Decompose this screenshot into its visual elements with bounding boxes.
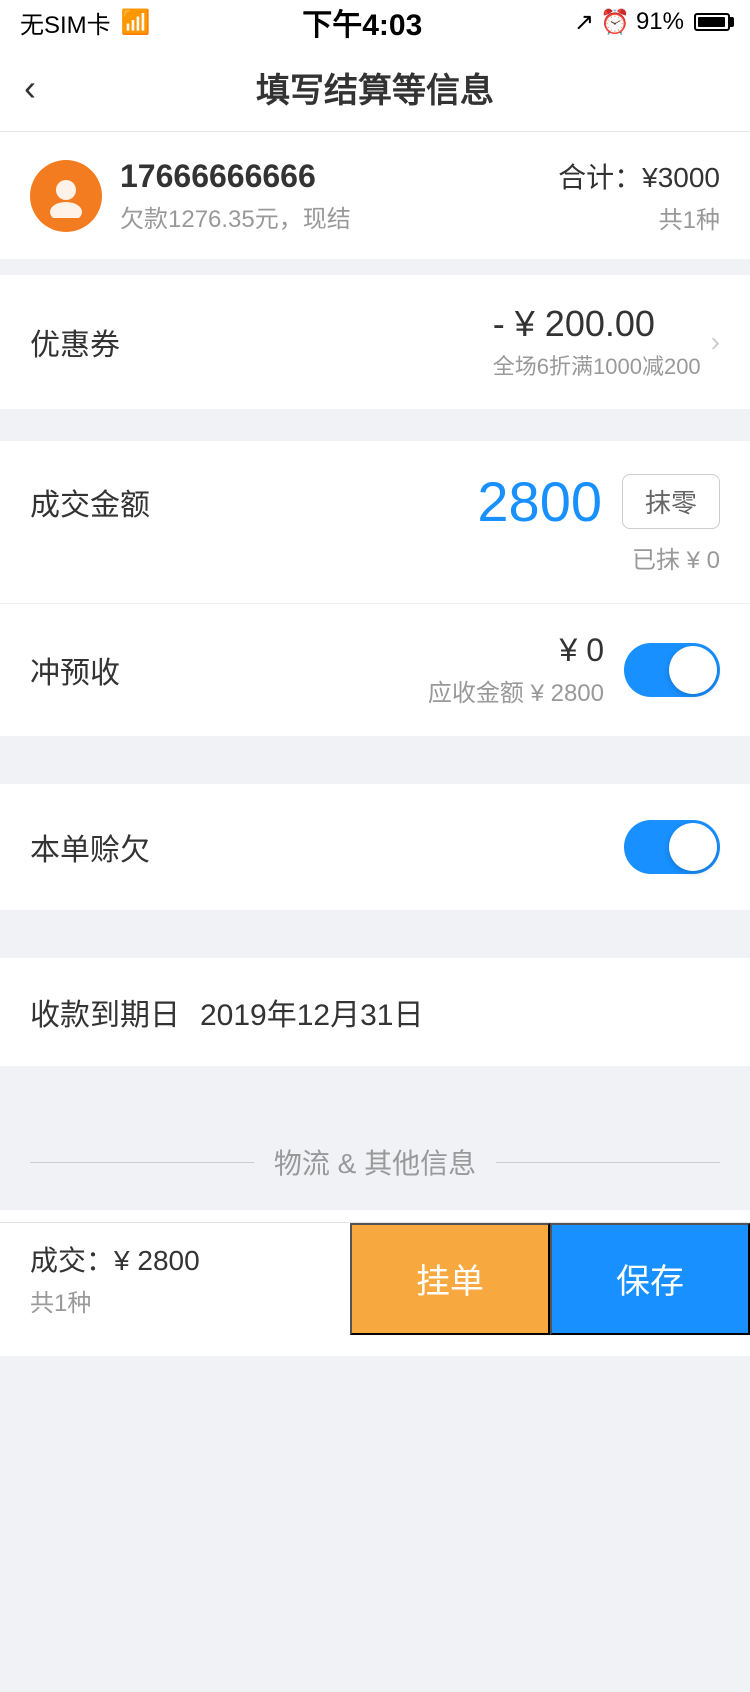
status-left: 无SIM卡 📶 — [20, 5, 151, 40]
duedate-label: 收款到期日 — [30, 990, 180, 1034]
nav-bar: ‹ 填写结算等信息 — [0, 44, 750, 132]
status-bar: 无SIM卡 📶 下午4:03 ↗ ⏰ 91% — [0, 0, 750, 44]
total-count: 共1种 — [558, 200, 720, 235]
logistics-line-right — [496, 1162, 720, 1163]
amount-section: 成交金额 2800 抹零 已抹 ¥ 0 — [0, 441, 750, 603]
avatar-icon — [44, 174, 88, 218]
logistics-line-left — [30, 1162, 254, 1163]
bottom-spacer — [0, 1372, 750, 1572]
advance-row: 冲预收 ¥ 0 应收金额 ¥ 2800 — [0, 604, 750, 736]
amount-value: 2800 — [477, 469, 602, 534]
section-divider-1 — [0, 425, 750, 441]
pending-button[interactable]: 挂单 — [350, 1223, 550, 1335]
advance-toggle[interactable] — [624, 643, 720, 697]
bottom-deal: 成交：¥ 2800 — [30, 1239, 320, 1279]
customer-left: 17666666666 欠款1276.35元，现结 — [30, 158, 351, 234]
chevron-right-icon: › — [711, 326, 720, 358]
bottom-deal-amount: ¥ 2800 — [114, 1245, 200, 1276]
alarm-icon: ⏰ — [600, 8, 630, 37]
total-amount: 合计：¥3000 — [558, 156, 720, 196]
coupon-label: 优惠券 — [30, 320, 120, 364]
section-divider-3 — [0, 926, 750, 942]
customer-phone: 17666666666 — [120, 158, 351, 195]
section-divider-2 — [0, 752, 750, 768]
location-icon: ↗ — [574, 8, 594, 37]
toggle-knob — [669, 646, 717, 694]
content: 17666666666 欠款1276.35元，现结 合计：¥3000 共1种 优… — [0, 132, 750, 1692]
carrier-text: 无SIM卡 — [20, 5, 111, 40]
amount-sub: 已抹 ¥ 0 — [30, 540, 720, 575]
status-right: ↗ ⏰ 91% — [574, 8, 730, 37]
debt-toggle-knob — [669, 823, 717, 871]
section-divider-4 — [0, 1082, 750, 1098]
logistics-text: 物流 & 其他信息 — [274, 1142, 476, 1182]
amount-label: 成交金额 — [30, 480, 150, 524]
status-time: 下午4:03 — [302, 0, 422, 44]
amount-right: 2800 抹零 — [477, 469, 720, 534]
coupon-right: - ¥ 200.00 全场6折满1000减200 › — [493, 303, 720, 381]
amount-row: 成交金额 2800 抹零 — [30, 469, 720, 534]
coupon-info: - ¥ 200.00 全场6折满1000减200 — [493, 303, 701, 381]
advance-label: 冲预收 — [30, 648, 120, 692]
debt-label: 本单赊欠 — [30, 825, 150, 869]
avatar — [30, 160, 102, 232]
duedate-row: 收款到期日 2019年12月31日 — [0, 958, 750, 1066]
round-button[interactable]: 抹零 — [622, 474, 720, 529]
page-title: 填写结算等信息 — [256, 63, 494, 112]
bottom-bar: 成交：¥ 2800 共1种 挂单 保存 — [0, 1222, 750, 1334]
back-button[interactable]: ‹ — [24, 67, 36, 109]
debt-toggle[interactable] — [624, 820, 720, 874]
bottom-deal-label: 成交： — [30, 1245, 114, 1276]
wifi-icon: 📶 — [121, 8, 151, 37]
coupon-amount: - ¥ 200.00 — [493, 303, 701, 345]
battery-icon — [694, 13, 730, 31]
save-button[interactable]: 保存 — [550, 1223, 750, 1335]
bottom-count: 共1种 — [30, 1283, 320, 1318]
debt-row: 本单赊欠 — [0, 784, 750, 910]
coupon-desc: 全场6折满1000减200 — [493, 349, 701, 381]
customer-total: 合计：¥3000 共1种 — [558, 156, 720, 235]
duedate-value: 2019年12月31日 — [200, 990, 423, 1034]
bottom-info: 成交：¥ 2800 共1种 — [0, 1239, 350, 1318]
customer-debt: 欠款1276.35元，现结 — [120, 199, 351, 234]
customer-details: 17666666666 欠款1276.35元，现结 — [120, 158, 351, 234]
coupon-row[interactable]: 优惠券 - ¥ 200.00 全场6折满1000减200 › — [0, 275, 750, 409]
logistics-header: 物流 & 其他信息 — [0, 1114, 750, 1210]
battery-percent: 91% — [636, 8, 684, 36]
customer-info-card: 17666666666 欠款1276.35元，现结 合计：¥3000 共1种 — [0, 132, 750, 259]
advance-sub: 应收金额 ¥ 2800 — [428, 673, 604, 708]
advance-amount: ¥ 0 应收金额 ¥ 2800 — [428, 632, 604, 708]
advance-right: ¥ 0 应收金额 ¥ 2800 — [428, 632, 720, 708]
advance-value: ¥ 0 — [428, 632, 604, 669]
